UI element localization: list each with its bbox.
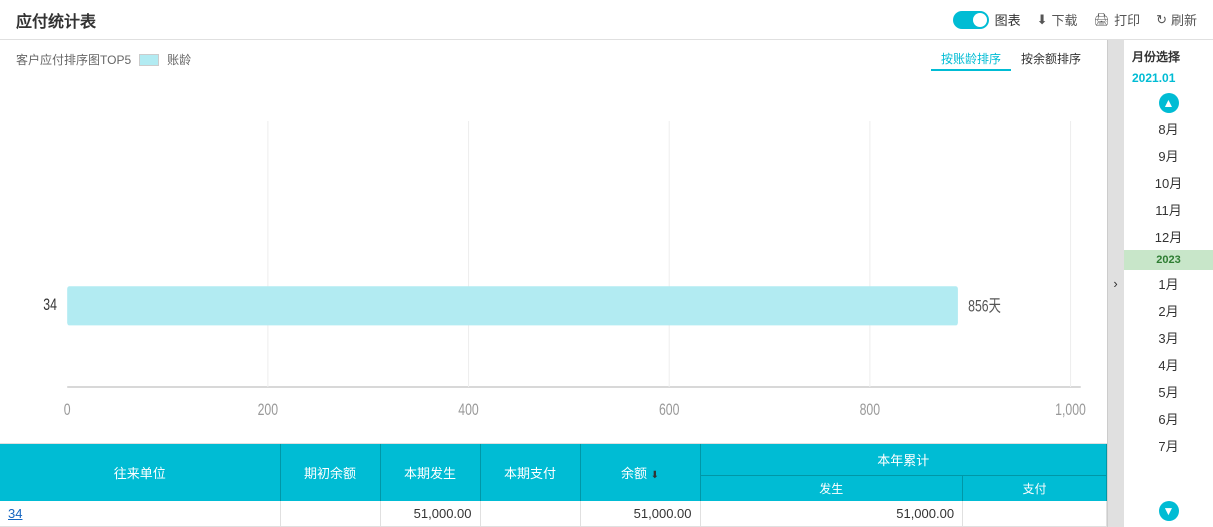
- chart-header: 客户应付排序图TOP5 账龄 按账龄排序 按余额排序: [0, 48, 1107, 79]
- month-item-10[interactable]: 10月: [1124, 169, 1213, 196]
- table-header-row: 往来单位 期初余额 本期发生 本期支付 余额 ⬇ 本年累计: [0, 444, 1107, 476]
- chart-legend: 客户应付排序图TOP5 账龄: [16, 51, 191, 68]
- print-label: 打印: [1114, 10, 1140, 29]
- cell-unit: 34: [0, 501, 280, 527]
- col-unit-header: 往来单位: [0, 444, 280, 501]
- svg-text:856天: 856天: [968, 298, 1001, 316]
- col-period-header: 期初余额: [280, 444, 380, 501]
- sidebar-selected-month: 2021.01: [1124, 69, 1213, 91]
- cell-balance: 51,000.00: [580, 501, 700, 527]
- col-balance-header: 余额 ⬇: [580, 444, 700, 501]
- refresh-icon: ↻: [1156, 12, 1167, 28]
- cell-year-pay: [963, 501, 1107, 527]
- svg-text:34: 34: [43, 296, 57, 314]
- svg-text:400: 400: [458, 401, 478, 419]
- table-row: 34 51,000.00 51,000.00 51,000.00: [0, 501, 1107, 527]
- chart-toggle-wrap[interactable]: 图表: [953, 10, 1021, 29]
- month-item-11[interactable]: 11月: [1124, 196, 1213, 223]
- month-item-9[interactable]: 9月: [1124, 142, 1213, 169]
- legend-box: [139, 54, 159, 66]
- legend-box-label: 账龄: [167, 51, 191, 68]
- svg-text:0: 0: [64, 401, 71, 419]
- col-year-pay-header: 支付: [963, 476, 1107, 502]
- svg-text:800: 800: [860, 401, 880, 419]
- sidebar-title: 月份选择: [1124, 44, 1213, 69]
- month-item-3[interactable]: 3月: [1124, 324, 1213, 351]
- sort-by-balance-button[interactable]: 按余额排序: [1011, 48, 1091, 71]
- chart-toggle-label: 图表: [995, 10, 1021, 29]
- month-item-7[interactable]: 7月: [1124, 432, 1213, 459]
- scroll-down-button[interactable]: ▼: [1159, 501, 1179, 521]
- cell-current-occur: 51,000.00: [380, 501, 480, 527]
- chart-sort: 按账龄排序 按余额排序: [931, 48, 1091, 71]
- balance-sort-icon[interactable]: ⬇: [651, 470, 659, 481]
- download-icon: ⬇: [1037, 12, 1048, 28]
- col-occur-header: 本期发生: [380, 444, 480, 501]
- refresh-button[interactable]: ↻ 刷新: [1156, 10, 1197, 29]
- page-title: 应付统计表: [16, 8, 96, 32]
- print-button[interactable]: 🖨 打印: [1094, 10, 1141, 29]
- expand-icon: ›: [1113, 276, 1117, 291]
- svg-text:1,000: 1,000: [1055, 401, 1086, 419]
- svg-text:200: 200: [258, 401, 278, 419]
- month-sidebar: 月份选择 2021.01 ▲ 8月 9月 10月 11月 12月 2023 1月…: [1123, 40, 1213, 527]
- cell-year-occur: 51,000.00: [700, 501, 963, 527]
- unit-link[interactable]: 34: [8, 506, 22, 521]
- table-wrap: 往来单位 期初余额 本期发生 本期支付 余额 ⬇ 本年累计: [0, 444, 1107, 527]
- month-item-8[interactable]: 8月: [1124, 115, 1213, 142]
- month-item-2[interactable]: 2月: [1124, 297, 1213, 324]
- sidebar-expand-button[interactable]: ›: [1107, 40, 1123, 527]
- chart-svg: 0 200 400 600 800 1,000 34: [16, 79, 1091, 443]
- download-button[interactable]: ⬇ 下载: [1037, 10, 1078, 29]
- cell-current-pay: [480, 501, 580, 527]
- chart-wrap: 0 200 400 600 800 1,000 34: [0, 79, 1107, 443]
- month-item-4[interactable]: 4月: [1124, 351, 1213, 378]
- month-item-5[interactable]: 5月: [1124, 378, 1213, 405]
- print-icon: 🖨: [1094, 12, 1111, 28]
- col-pay-header: 本期支付: [480, 444, 580, 501]
- month-list: 8月 9月 10月 11月 12月 2023 1月 2月 3月 4月 5月 6月…: [1124, 115, 1213, 499]
- year-marker-2023: 2023: [1124, 250, 1213, 270]
- download-label: 下载: [1052, 10, 1078, 29]
- header-actions: 图表 ⬇ 下载 🖨 打印 ↻ 刷新: [953, 10, 1197, 29]
- refresh-label: 刷新: [1171, 10, 1197, 29]
- col-year-occur-header: 发生: [700, 476, 963, 502]
- legend-text: 客户应付排序图TOP5: [16, 51, 131, 68]
- month-item-6[interactable]: 6月: [1124, 405, 1213, 432]
- table-area: 往来单位 期初余额 本期发生 本期支付 余额 ⬇ 本年累计: [0, 443, 1107, 527]
- cell-period-balance: [280, 501, 380, 527]
- sidebar-wrapper: › 月份选择 2021.01 ▲ 8月 9月 10月 11月 12月 2023 …: [1107, 40, 1213, 527]
- month-item-12[interactable]: 12月: [1124, 223, 1213, 250]
- sort-by-age-button[interactable]: 按账龄排序: [931, 48, 1011, 71]
- svg-text:600: 600: [659, 401, 679, 419]
- data-table: 往来单位 期初余额 本期发生 本期支付 余额 ⬇ 本年累计: [0, 444, 1107, 527]
- month-item-1[interactable]: 1月: [1124, 270, 1213, 297]
- chart-toggle[interactable]: [953, 11, 989, 29]
- scroll-up-button[interactable]: ▲: [1159, 93, 1179, 113]
- col-year-header: 本年累计: [700, 444, 1107, 476]
